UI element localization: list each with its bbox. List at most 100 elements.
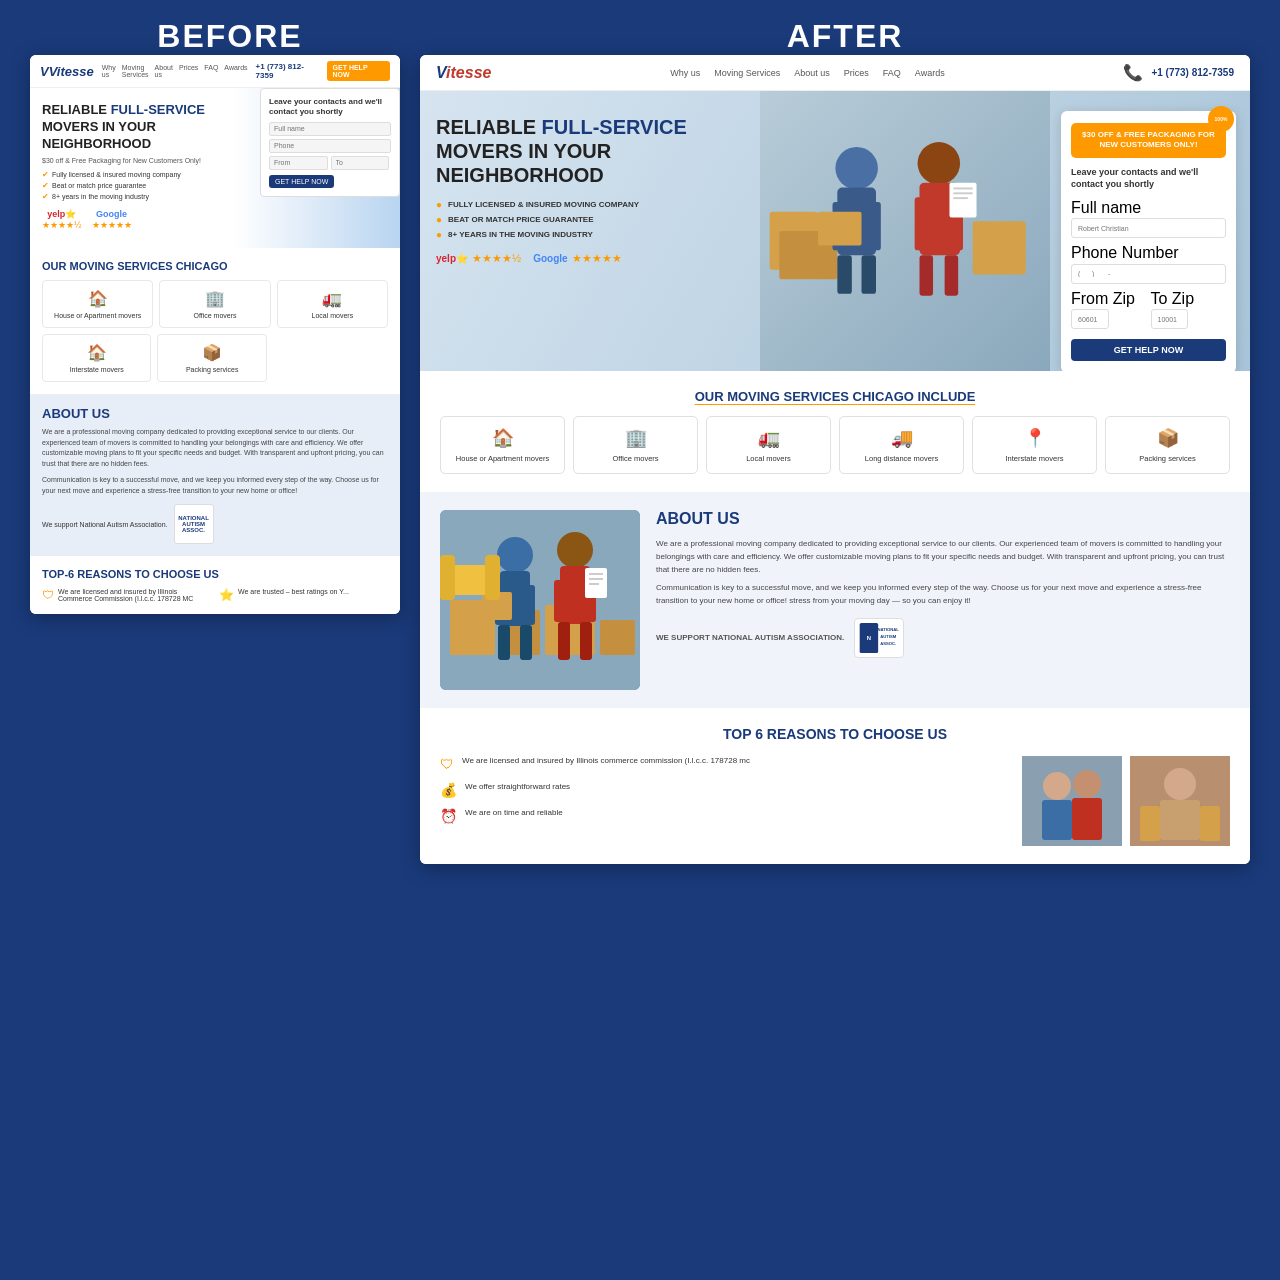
svg-rect-37 <box>580 622 592 660</box>
svg-rect-24 <box>600 620 635 655</box>
svg-rect-41 <box>589 583 599 585</box>
after-google-rating: Google ★★★★★ <box>533 252 621 265</box>
before-reasons: 🛡 We are licensed and insured by Illinoi… <box>42 588 388 602</box>
after-about-p1: We are a professional moving company ded… <box>656 538 1230 576</box>
svg-rect-29 <box>498 625 510 660</box>
after-reason-3: ⏰ We are on time and reliable <box>440 808 1008 824</box>
after-service-longdist: 🚚Long distance movers <box>839 416 964 474</box>
before-google-rating: Google ★★★★★ <box>92 209 132 230</box>
svg-rect-18 <box>953 192 972 194</box>
after-phone: +1 (773) 812-7359 <box>1151 67 1234 78</box>
after-phone-input[interactable] <box>1071 264 1226 284</box>
before-fullname-input[interactable] <box>269 122 391 136</box>
yelp-stars: ★★★★½ <box>472 252 521 265</box>
google-logo: Google <box>533 253 567 264</box>
before-services: OUR MOVING SERVICES CHICAGO 🏠House or Ap… <box>30 248 400 394</box>
after-service-local: 🚛Local movers <box>706 416 831 474</box>
before-cta-btn[interactable]: GET HELP NOW <box>327 61 390 81</box>
top6-img-2 <box>1130 756 1230 846</box>
after-service-office: 🏢Office movers <box>573 416 698 474</box>
svg-rect-39 <box>589 573 603 575</box>
svg-rect-19 <box>953 197 968 199</box>
reason-icon-1: 🛡 <box>440 756 454 772</box>
after-about-p2: Communication is key to a successful mov… <box>656 582 1230 608</box>
after-bullets: ● FULLY LICENSED & INSURED MOVING COMPAN… <box>436 199 687 240</box>
before-autism: We support National Autism Association. … <box>42 504 388 544</box>
fullname-label: Full name <box>1071 199 1226 217</box>
after-ratings: yelp⭐ ★★★★½ Google ★★★★★ <box>436 252 687 265</box>
trust-badge: 100% <box>1208 106 1234 132</box>
after-bullet-3: ● 8+ YEARS IN THE MOVING INDUSTRY <box>436 229 687 240</box>
fromzip-label: From Zip <box>1071 290 1147 308</box>
office-icon: 🏢 <box>580 427 691 449</box>
before-phone-input[interactable] <box>269 139 391 153</box>
before-logo: VVitesse <box>40 64 94 79</box>
after-bullet-1: ● FULLY LICENSED & INSURED MOVING COMPAN… <box>436 199 687 210</box>
before-phone: +1 (773) 812-7359 <box>256 62 319 80</box>
svg-point-57 <box>1164 768 1196 800</box>
before-autism-text: We support National Autism Association. <box>42 521 168 528</box>
after-tozip-input[interactable] <box>1151 309 1189 329</box>
pin-icon: 📍 <box>979 427 1090 449</box>
before-nav-links: Why us Moving Services About us Prices F… <box>102 64 248 78</box>
top6-img-1 <box>1022 756 1122 846</box>
after-reason-1: 🛡 We are licensed and insured by Illinoi… <box>440 756 1008 772</box>
before-hero: RELIABLE FULL-SERVICE MOVERS IN YOUR NEI… <box>30 88 400 248</box>
svg-rect-58 <box>1160 800 1200 840</box>
after-service-packing: 📦Packing services <box>1105 416 1230 474</box>
before-reason-1: 🛡 We are licensed and insured by Illinoi… <box>42 588 211 602</box>
before-fromzip-input[interactable] <box>269 156 328 170</box>
after-fromzip-input[interactable] <box>1071 309 1109 329</box>
svg-rect-8 <box>862 255 877 294</box>
after-headline: RELIABLE FULL-SERVICE MOVERS IN YOUR NEI… <box>436 115 687 187</box>
svg-rect-28 <box>523 585 535 625</box>
svg-rect-59 <box>1140 806 1160 841</box>
svg-rect-2 <box>973 221 1026 274</box>
after-service-interstate: 📍Interstate movers <box>972 416 1097 474</box>
after-services-heading: OUR MOVING SERVICES CHICAGO INCLUDE <box>440 389 1230 404</box>
svg-rect-36 <box>558 622 570 660</box>
before-reason-text-1: We are licensed and insured by Illinois … <box>58 588 211 602</box>
after-nav-links: Why us Moving Services About us Prices F… <box>503 68 1111 78</box>
svg-rect-15 <box>945 255 959 296</box>
after-about-text: ABOUT US We are a professional moving co… <box>656 510 1230 658</box>
svg-text:NATIONAL: NATIONAL <box>878 627 900 632</box>
before-service-house: 🏠House or Apartment movers <box>42 280 153 328</box>
svg-point-3 <box>835 147 878 190</box>
svg-rect-12 <box>915 197 929 250</box>
after-nav: Vitesse Why us Moving Services About us … <box>420 55 1250 91</box>
before-services-grid: 🏠House or Apartment movers 🏢Office mover… <box>42 280 388 328</box>
after-fullname-input[interactable] <box>1071 218 1226 238</box>
before-tozip-input[interactable] <box>331 156 390 170</box>
google-stars: ★★★★★ <box>572 252 622 265</box>
about-image <box>440 510 640 690</box>
svg-rect-60 <box>1200 806 1220 841</box>
before-about-heading: ABOUT US <box>42 406 388 421</box>
svg-rect-6 <box>866 202 881 250</box>
before-nav: VVitesse Why us Moving Services About us… <box>30 55 400 88</box>
yelp-logo: yelp⭐ <box>436 253 468 264</box>
after-top6-heading: TOP 6 REASONS TO CHOOSE US <box>440 726 1230 742</box>
reason-text-1: We are licensed and insured by Illinois … <box>462 756 750 765</box>
after-service-house: 🏠House or Apartment movers <box>440 416 565 474</box>
before-form-submit[interactable]: GET HELP NOW <box>269 175 334 188</box>
after-phone-area: 📞 +1 (773) 812-7359 <box>1123 63 1234 82</box>
before-about-p1: We are a professional moving company ded… <box>42 427 388 469</box>
svg-rect-53 <box>1042 800 1072 840</box>
after-cta-orange: $30 OFF & FREE PACKAGING FOR NEW CUSTOME… <box>1071 123 1226 158</box>
truck-icon: 🚛 <box>713 427 824 449</box>
svg-rect-7 <box>837 255 852 294</box>
box-icon: 📦 <box>1112 427 1223 449</box>
phone-icon: 📞 <box>1123 63 1143 82</box>
svg-text:N: N <box>867 635 871 641</box>
before-autism-logo: NATIONALAUTISMASSOC. <box>174 504 214 544</box>
after-top6-images <box>1022 756 1230 846</box>
svg-point-25 <box>497 537 533 573</box>
svg-rect-9 <box>818 212 862 246</box>
before-services-heading: OUR MOVING SERVICES CHICAGO <box>42 260 388 272</box>
after-reason-2: 💰 We offer straightforward rates <box>440 782 1008 798</box>
after-contact-form: $30 OFF & FREE PACKAGING FOR NEW CUSTOME… <box>1061 111 1236 371</box>
before-contact-form: Leave your contacts and we'll contact yo… <box>260 88 400 197</box>
after-services-grid: 🏠House or Apartment movers 🏢Office mover… <box>440 416 1230 474</box>
after-get-help-btn[interactable]: GET HELP NOW <box>1071 339 1226 361</box>
